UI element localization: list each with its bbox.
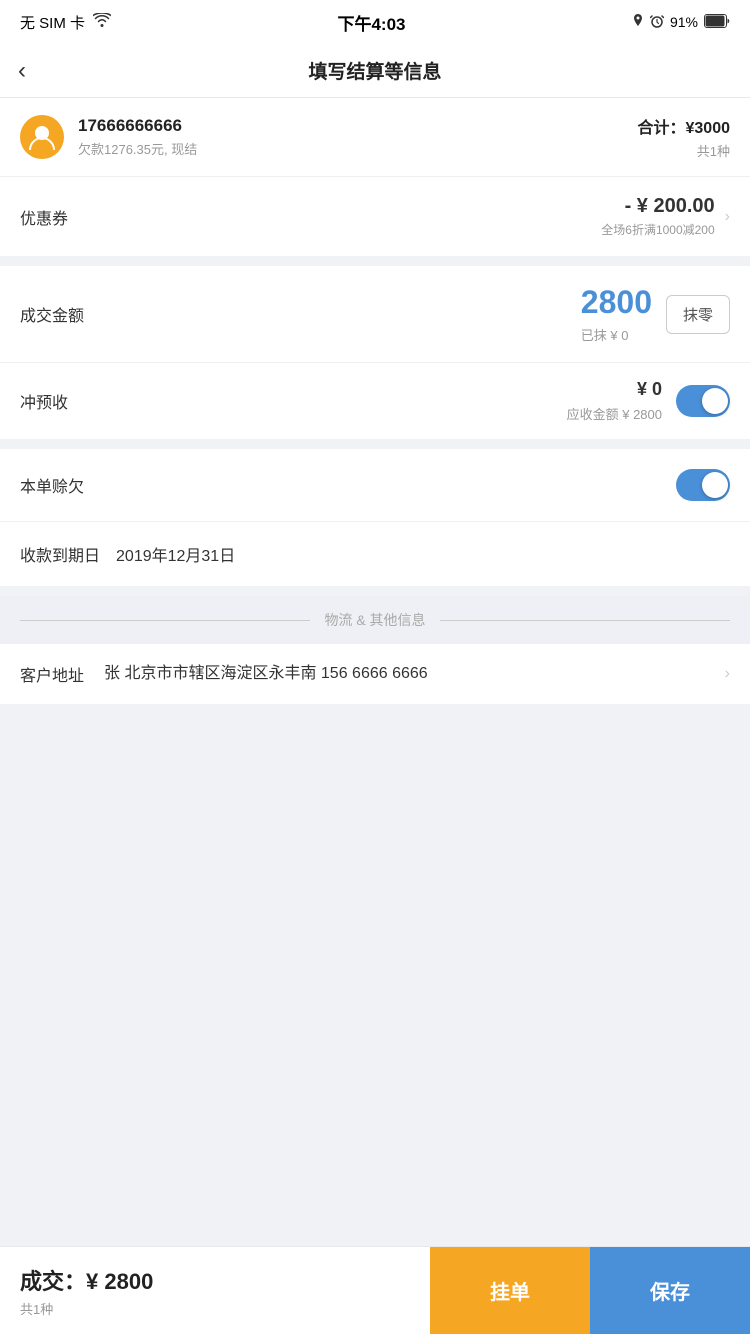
- wifi-icon: [93, 13, 111, 31]
- footer-info: 成交：¥ 2800 共1种: [0, 1264, 430, 1318]
- footer-deal-amount: ¥ 2800: [86, 1269, 153, 1294]
- deal-amount-block: 2800 已抹 ¥ 0: [581, 284, 652, 344]
- nav-bar: ‹ 填写结算等信息: [0, 44, 750, 98]
- user-row: 17666666666 欠款1276.35元, 现结 合计：¥3000 共1种: [0, 98, 750, 176]
- footer-count: 共1种: [20, 1299, 410, 1318]
- chong-prereceive-row: 冲预收 ¥ 0 应收金额 ¥ 2800: [0, 362, 750, 439]
- address-label: 客户地址: [20, 662, 84, 686]
- location-icon: [632, 14, 644, 31]
- due-date-row: 收款到期日 2019年12月31日: [0, 521, 750, 586]
- chong-right: ¥ 0 应收金额 ¥ 2800: [567, 379, 662, 423]
- status-right: 91%: [632, 14, 730, 31]
- deal-amount-value: 2800: [581, 284, 652, 321]
- user-subtitle: 欠款1276.35元, 现结: [78, 139, 638, 158]
- battery-icon: [704, 14, 730, 31]
- benyue-label: 本单赊欠: [20, 473, 84, 497]
- deal-amount-label: 成交金额: [20, 302, 84, 326]
- carrier-label: 无 SIM 卡: [20, 12, 85, 33]
- chong-toggle-area: ¥ 0 应收金额 ¥ 2800: [567, 379, 730, 423]
- footer-deal-label: 成交：¥ 2800: [20, 1264, 410, 1296]
- toggle-thumb-2: [702, 472, 728, 498]
- coupon-row[interactable]: 优惠券 - ¥ 200.00 全场6折满1000减200 ›: [0, 176, 750, 256]
- deal-sub: 已抹 ¥ 0: [581, 325, 652, 344]
- benyue-card: 本单赊欠 收款到期日 2019年12月31日: [0, 449, 750, 586]
- benyue-toggle[interactable]: [676, 469, 730, 501]
- coupon-amount: - ¥ 200.00: [601, 195, 714, 218]
- chong-label: 冲预收: [20, 389, 68, 413]
- hang-button[interactable]: 挂单: [430, 1247, 590, 1334]
- status-left: 无 SIM 卡: [20, 12, 111, 33]
- avatar: [20, 115, 64, 159]
- status-time: 下午4:03: [337, 10, 405, 35]
- user-info: 17666666666 欠款1276.35元, 现结: [78, 116, 638, 158]
- chevron-right-icon: ›: [725, 208, 730, 226]
- chong-toggle[interactable]: [676, 385, 730, 417]
- benyue-row: 本单赊欠: [0, 449, 750, 521]
- user-info-card: 17666666666 欠款1276.35元, 现结 合计：¥3000 共1种 …: [0, 98, 750, 256]
- divider-line-left: [20, 620, 310, 621]
- page-title: 填写结算等信息: [308, 57, 441, 84]
- deal-amount-card: 成交金额 2800 已抹 ¥ 0 抹零 冲预收 ¥ 0 应收金额 ¥ 2800: [0, 266, 750, 439]
- footer: 成交：¥ 2800 共1种 挂单 保存: [0, 1246, 750, 1334]
- address-chevron-icon: ›: [725, 665, 730, 683]
- gray-spacer: [0, 714, 750, 834]
- coupon-right: - ¥ 200.00 全场6折满1000减200 ›: [601, 195, 730, 238]
- divider-line-right: [440, 620, 730, 621]
- coupon-desc: 全场6折满1000减200: [601, 221, 714, 238]
- save-button[interactable]: 保存: [590, 1247, 750, 1334]
- battery-label: 91%: [670, 14, 698, 30]
- deal-amount-row: 成交金额 2800 已抹 ¥ 0 抹零: [0, 266, 750, 362]
- back-button[interactable]: ‹: [18, 57, 26, 85]
- total-count: 共1种: [638, 141, 731, 160]
- chong-amount: ¥ 0: [637, 379, 662, 400]
- logistics-label: 物流 & 其他信息: [310, 610, 439, 630]
- user-total: 合计：¥3000 共1种: [638, 114, 731, 160]
- total-amount: 合计：¥3000: [638, 114, 731, 138]
- due-date-value: 2019年12月31日: [116, 542, 235, 566]
- chong-sub: 应收金额 ¥ 2800: [567, 404, 662, 423]
- alarm-icon: [650, 14, 664, 31]
- status-bar: 无 SIM 卡 下午4:03 91%: [0, 0, 750, 44]
- coupon-label: 优惠券: [20, 205, 68, 229]
- deal-right: 2800 已抹 ¥ 0 抹零: [581, 284, 730, 344]
- round-button[interactable]: 抹零: [666, 295, 730, 334]
- address-value: 张 北京市市辖区海淀区永丰南 156 6666 6666: [104, 662, 715, 686]
- user-phone: 17666666666: [78, 116, 638, 136]
- coupon-value: - ¥ 200.00 全场6折满1000减200: [601, 195, 714, 238]
- address-card: 客户地址 张 北京市市辖区海淀区永丰南 156 6666 6666 ›: [0, 644, 750, 704]
- logistics-divider: 物流 & 其他信息: [0, 596, 750, 644]
- due-date-label: 收款到期日: [20, 542, 100, 566]
- address-row[interactable]: 客户地址 张 北京市市辖区海淀区永丰南 156 6666 6666 ›: [0, 644, 750, 704]
- toggle-thumb: [702, 388, 728, 414]
- content-area: 17666666666 欠款1276.35元, 现结 合计：¥3000 共1种 …: [0, 98, 750, 924]
